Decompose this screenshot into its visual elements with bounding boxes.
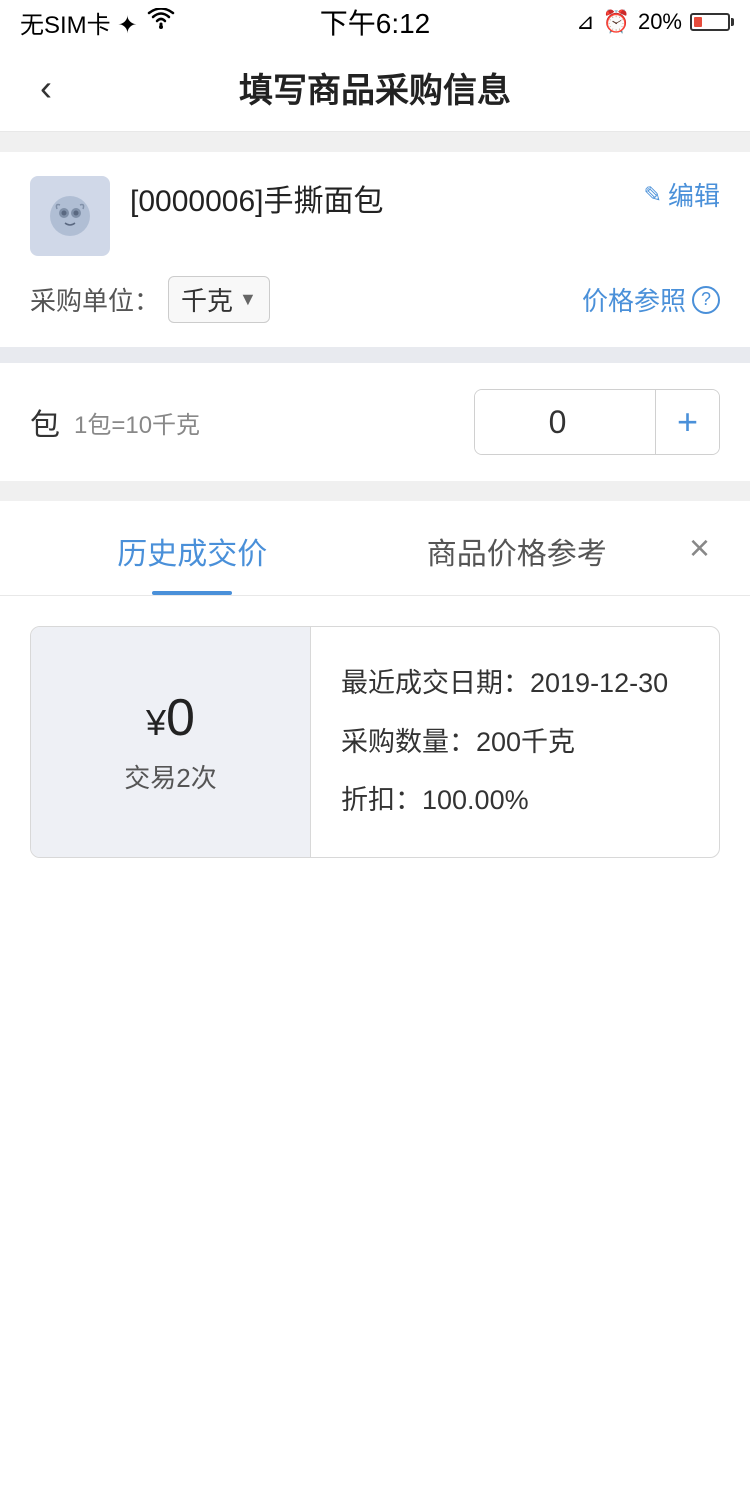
tab-header: 历史成交价 商品价格参考 × [0,501,750,596]
product-header: [0000006]手撕面包 ✎ 编辑 [30,176,720,256]
status-right: ⊿ ⏰ 20% [576,9,730,35]
tab-price-ref-label: 商品价格参考 [427,538,607,571]
history-price-summary: ¥0 交易2次 [31,627,311,857]
recent-date-value: 2019-12-30 [530,668,668,698]
product-unit-row: 采购单位： 千克 ▼ 价格参照 ? [30,276,720,323]
price-value: 0 [166,689,195,747]
edit-button[interactable]: ✎ 编辑 [644,176,720,213]
transaction-count: 交易2次 [124,758,216,795]
quantity-plus-button[interactable]: + [655,390,719,454]
tab-close-button[interactable]: × [679,520,720,576]
page-title: 填写商品采购信息 [239,63,511,112]
quantity-label: 包 1包=10千克 [30,400,200,444]
product-name: [0000006]手撕面包 [130,176,383,220]
history-price: ¥0 [146,688,195,748]
purchase-quantity-row: 采购数量：200千克 [341,722,689,763]
quantity-control: + [474,389,720,455]
quantity-unit: 包 [30,400,60,444]
quantity-input[interactable] [475,390,655,454]
carrier-text: 无SIM卡 ✦ [20,5,137,40]
product-card: [0000006]手撕面包 ✎ 编辑 采购单位： 千克 ▼ 价格参照 ? [0,152,750,347]
history-card: ¥0 交易2次 最近成交日期：2019-12-30 采购数量：200千克 折扣：… [30,626,720,858]
unit-dropdown[interactable]: 千克 ▼ [168,276,270,323]
product-title: 手撕面包 [263,185,383,218]
quantity-conversion: 1包=10千克 [74,405,200,440]
unit-label: 采购单位： [30,281,160,318]
recent-date-label: 最近成交日期： [341,668,530,698]
product-name-row: [0000006]手撕面包 [130,176,383,220]
purchase-qty-value: 200千克 [476,727,575,757]
product-info: [0000006]手撕面包 [30,176,644,256]
battery-pct: 20% [638,9,682,35]
battery-icon [690,13,730,31]
unit-selector-group: 采购单位： 千克 ▼ [30,276,270,323]
tab-history-label: 历史成交价 [117,538,267,571]
location-icon: ⊿ [576,9,594,35]
tab-panel: 历史成交价 商品价格参考 × ¥0 交易2次 最近成交日期：2019-12-30… [0,501,750,888]
edit-label: 编辑 [668,176,720,213]
discount-row: 折扣：100.00% [341,780,689,821]
discount-value: 100.00% [422,785,529,815]
unit-dropdown-arrow: ▼ [239,289,257,310]
status-left: 无SIM卡 ✦ [20,5,175,40]
price-reference-button[interactable]: 价格参照 ? [582,281,720,318]
history-details: 最近成交日期：2019-12-30 采购数量：200千克 折扣：100.00% [311,627,719,857]
product-id: [0000006] [130,185,263,218]
wifi-icon [147,8,175,37]
price-ref-help-icon: ? [692,286,720,314]
status-bar: 无SIM卡 ✦ 下午6:12 ⊿ ⏰ 20% [0,0,750,44]
tab-history-price[interactable]: 历史成交价 [30,501,354,595]
discount-label: 折扣： [341,785,422,815]
nav-bar: ‹ 填写商品采购信息 [0,44,750,132]
history-content: ¥0 交易2次 最近成交日期：2019-12-30 采购数量：200千克 折扣：… [0,596,750,888]
unit-value: 千克 [181,281,233,318]
back-button[interactable]: ‹ [30,57,62,119]
purchase-qty-label: 采购数量： [341,727,476,757]
status-time: 下午6:12 [320,2,431,42]
alarm-icon: ⏰ [603,9,630,35]
quantity-row: 包 1包=10千克 + [0,363,750,481]
edit-icon: ✎ [644,182,662,208]
price-ref-label: 价格参照 [582,281,686,318]
tab-product-price-ref[interactable]: 商品价格参考 [354,501,678,595]
bottom-area [0,888,750,1488]
tab-active-indicator [152,591,232,595]
section-divider [0,347,750,363]
currency-symbol: ¥ [146,702,166,743]
recent-date-row: 最近成交日期：2019-12-30 [341,663,689,704]
product-image [30,176,110,256]
